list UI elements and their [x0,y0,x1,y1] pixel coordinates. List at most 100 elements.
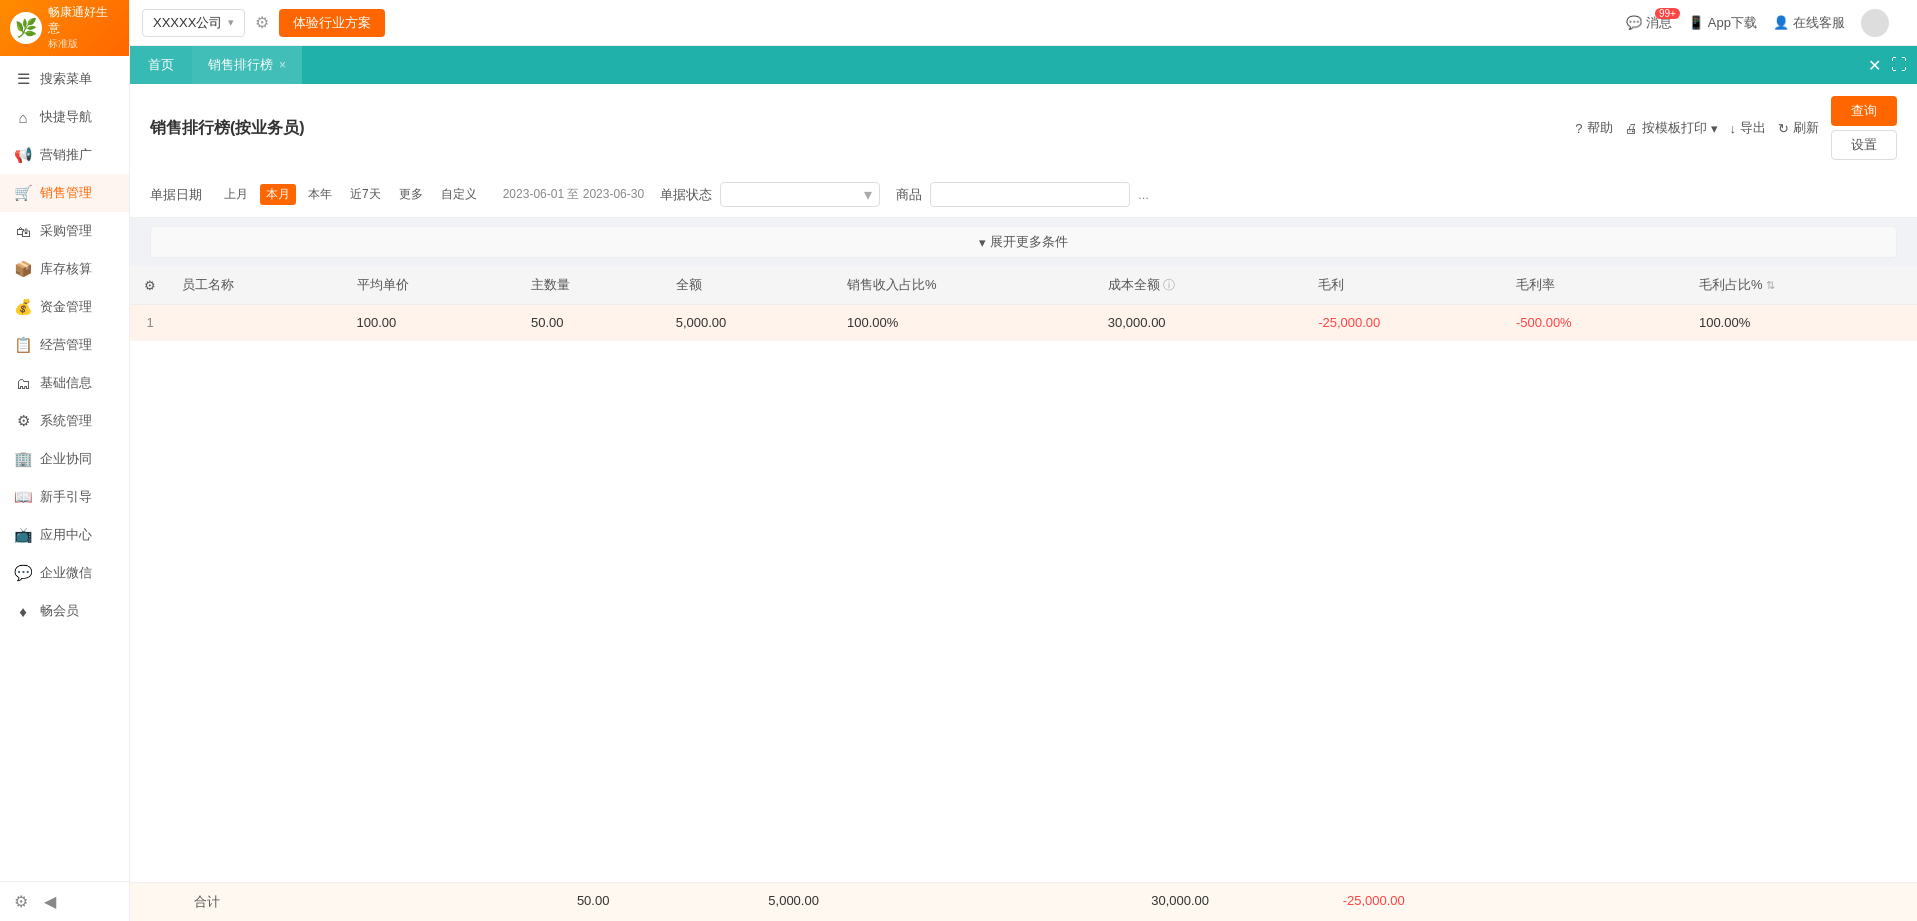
online-service-label: 在线客服 [1793,14,1845,32]
date-range-display: 2023-06-01 至 2023-06-30 [503,186,644,203]
nav-icon-apps: 📺 [14,526,32,544]
print-chevron-icon: ▾ [1711,121,1718,136]
table-container: ⚙ 员工名称 平均单价 主数量 全额 销售收入占比% 成本全额 ⓘ 毛利 毛利率 [130,266,1917,882]
sidebar-item-purchase[interactable]: 🛍 采购管理 [0,212,129,250]
sidebar-item-system[interactable]: ⚙ 系统管理 [0,402,129,440]
sidebar-item-quick[interactable]: ⌂ 快捷导航 [0,98,129,136]
expand-label: 展开更多条件 [990,233,1068,251]
sidebar-item-guide[interactable]: 📖 新手引导 [0,478,129,516]
sales-ranking-table: ⚙ 员工名称 平均单价 主数量 全额 销售收入占比% 成本全额 ⓘ 毛利 毛利率 [130,266,1917,341]
page-actions: ? 帮助 🖨 按模板打印 ▾ ↓ 导出 ↻ 刷新 [1575,96,1897,160]
page-title: 销售排行榜(按业务员) [150,118,305,139]
col-gross-rate: 毛利率 [1504,266,1687,305]
tab-bar: 首页 销售排行榜 × ✕ ⛶ [130,46,1917,84]
tab-restore-icon[interactable]: ⛶ [1891,56,1907,74]
sidebar-item-wechat[interactable]: 💬 企业微信 [0,554,129,592]
sidebar-item-basic[interactable]: 🗂 基础信息 [0,364,129,402]
page-header: 销售排行榜(按业务员) ? 帮助 🖨 按模板打印 ▾ ↓ 导出 [130,84,1917,218]
sidebar-item-apps[interactable]: 📺 应用中心 [0,516,129,554]
company-selector[interactable]: XXXXX公司 ▾ [142,9,245,37]
sidebar-bottom: ⚙ ◀ [0,881,129,921]
nav-label-finance: 资金管理 [40,298,92,316]
nav-label-purchase: 采购管理 [40,222,92,240]
help-icon: ? [1575,121,1582,136]
date-btn-近7天[interactable]: 近7天 [344,184,387,205]
sidebar-item-marketing[interactable]: 📢 营销推广 [0,136,129,174]
refresh-button[interactable]: ↻ 刷新 [1778,119,1819,137]
cell-rank: 1 [130,305,170,341]
goods-more-icon[interactable]: ... [1138,187,1149,202]
nav-label-apps: 应用中心 [40,526,92,544]
header-settings-icon[interactable]: ⚙ [255,13,269,32]
goods-search-input[interactable] [930,182,1130,207]
sidebar-collapse-icon[interactable]: ◀ [44,892,56,911]
footer-gross-pct [1714,893,1905,911]
online-service-action[interactable]: 👤 在线客服 [1773,14,1845,32]
sidebar-item-member[interactable]: ♦ 畅会员 [0,592,129,630]
message-action[interactable]: 💬 消息 99+ [1626,14,1672,32]
logo-tag: 标准版 [48,37,119,51]
sidebar-item-sales[interactable]: 🛒 销售管理 [0,174,129,212]
print-button[interactable]: 🖨 按模板打印 ▾ [1625,119,1718,137]
cell-name [170,305,345,341]
query-button[interactable]: 查询 [1831,96,1897,126]
tab-home[interactable]: 首页 [130,46,192,84]
tab-close-icon[interactable]: × [279,58,286,72]
table-row: 1 100.00 50.00 5,000.00 100.00% 30,000.0… [130,305,1917,341]
nav-icon-purchase: 🛍 [14,223,32,240]
nav-icon-operation: 📋 [14,336,32,354]
expand-more-conditions[interactable]: ▾ 展开更多条件 [150,226,1897,258]
export-icon: ↓ [1730,121,1737,136]
tab-sales-ranking[interactable]: 销售排行榜 × [192,46,302,84]
export-label: 导出 [1740,119,1766,137]
nav-icon-inventory: 📦 [14,260,32,278]
cell-gross-rate: -500.00% [1504,305,1687,341]
nav-label-operation: 经营管理 [40,336,92,354]
app-download-action[interactable]: 📱 App下载 [1688,14,1757,32]
date-btn-本年[interactable]: 本年 [302,184,338,205]
date-btn-本月[interactable]: 本月 [260,184,296,205]
logo-text: 畅康通好生意 [48,5,119,36]
sidebar-settings-icon[interactable]: ⚙ [14,892,28,911]
gross-pct-sort-icon[interactable]: ⇅ [1766,279,1775,291]
status-filter-label: 单据状态 [660,186,712,204]
cell-sales-pct: 100.00% [835,305,1096,341]
tab-home-label: 首页 [148,56,174,74]
cell-amount: 5,000.00 [664,305,835,341]
online-service-icon: 👤 [1773,15,1789,30]
help-button[interactable]: ? 帮助 [1575,119,1612,137]
sidebar-nav: ☰ 搜索菜单 ⌂ 快捷导航 📢 营销推广 🛒 销售管理 🛍 采购管理 📦 库存核… [0,56,129,881]
sidebar-item-corp[interactable]: 🏢 企业协同 [0,440,129,478]
export-button[interactable]: ↓ 导出 [1730,119,1767,137]
message-icon: 💬 [1626,15,1642,30]
sidebar-item-operation[interactable]: 📋 经营管理 [0,326,129,364]
col-settings-icon[interactable]: ⚙ [144,278,156,293]
nav-label-search: 搜索菜单 [40,70,92,88]
date-btn-更多[interactable]: 更多 [393,184,429,205]
date-btn-自定义[interactable]: 自定义 [435,184,483,205]
tab-close-window-icon[interactable]: ✕ [1868,56,1881,75]
sidebar-item-inventory[interactable]: 📦 库存核算 [0,250,129,288]
app-download-label: App下载 [1708,14,1757,32]
date-btn-上月[interactable]: 上月 [218,184,254,205]
sidebar-item-search[interactable]: ☰ 搜索菜单 [0,60,129,98]
cost-info-icon[interactable]: ⓘ [1163,278,1175,292]
table-footer: 合计 50.00 5,000.00 30,000.00 -25,000.00 [130,882,1917,921]
col-qty: 主数量 [519,266,664,305]
settings-button[interactable]: 设置 [1831,130,1897,160]
content-area: 销售排行榜(按业务员) ? 帮助 🖨 按模板打印 ▾ ↓ 导出 [130,84,1917,921]
footer-spacer1 [142,893,182,911]
nav-icon-guide: 📖 [14,488,32,506]
status-select[interactable] [720,182,880,207]
cell-cost: 30,000.00 [1096,305,1306,341]
footer-gross: -25,000.00 [1331,893,1522,911]
trial-button[interactable]: 体验行业方案 [279,9,385,37]
cell-avg-price: 100.00 [345,305,520,341]
cell-gross: -25,000.00 [1306,305,1504,341]
nav-icon-member: ♦ [14,603,32,620]
footer-gross-rate [1522,893,1713,911]
status-select-wrapper [720,182,880,207]
nav-icon-marketing: 📢 [14,146,32,164]
col-sales-pct: 销售收入占比% [835,266,1096,305]
sidebar-item-finance[interactable]: 💰 资金管理 [0,288,129,326]
